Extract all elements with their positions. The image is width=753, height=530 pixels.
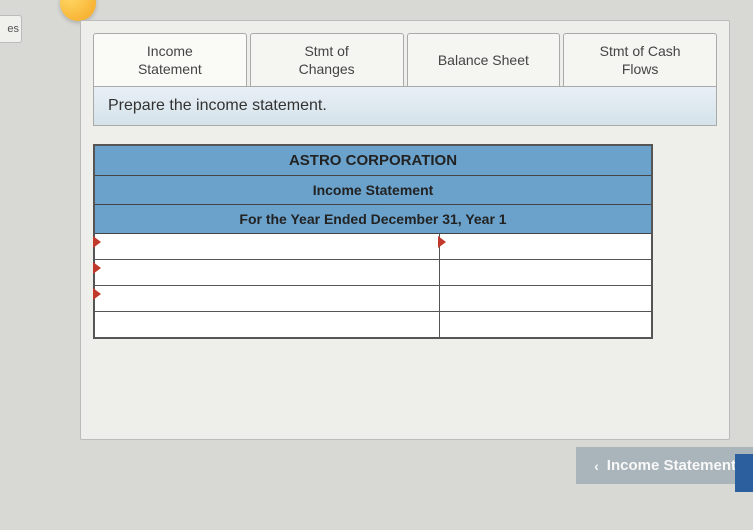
worksheet: ASTRO CORPORATION Income Statement For t… [93,144,653,339]
tab-label: Balance Sheet [438,51,529,69]
tab-stmt-of-changes[interactable]: Stmt of Changes [250,33,404,86]
dropdown-arrow-icon [93,288,101,300]
tab-label: Income Statement [138,42,202,78]
chevron-left-icon: ‹ [594,458,599,474]
tab-bar: Income Statement Stmt of Changes Balance… [81,21,729,86]
dropdown-arrow-icon [93,262,101,274]
instruction-text: Prepare the income statement. [93,86,717,126]
partial-side-tab: es [0,15,22,43]
amount-cell[interactable] [440,286,652,312]
dropdown-arrow-icon [438,236,446,248]
tab-label: Stmt of Changes [299,42,355,78]
amount-cell[interactable] [440,260,652,286]
next-button-edge[interactable] [735,454,753,492]
amount-cell[interactable] [440,234,652,260]
statement-period: For the Year Ended December 31, Year 1 [94,205,652,234]
table-row [94,312,652,338]
tab-label: Stmt of Cash Flows [600,42,681,78]
nav-button-label: Income Statement [607,457,736,474]
main-panel: Income Statement Stmt of Changes Balance… [80,20,730,440]
table-row [94,234,652,260]
company-name: ASTRO CORPORATION [94,145,652,176]
income-statement-table: ASTRO CORPORATION Income Statement For t… [93,144,653,339]
indicator-dot [60,0,96,21]
account-cell[interactable] [94,286,440,312]
tab-income-statement[interactable]: Income Statement [93,33,247,86]
dropdown-arrow-icon [93,236,101,248]
amount-cell[interactable] [440,312,652,338]
table-row [94,260,652,286]
tab-stmt-of-cash-flows[interactable]: Stmt of Cash Flows [563,33,717,86]
account-cell[interactable] [94,312,440,338]
account-cell[interactable] [94,234,440,260]
account-cell[interactable] [94,260,440,286]
prev-income-statement-button[interactable]: ‹ Income Statement [576,447,753,484]
tab-balance-sheet[interactable]: Balance Sheet [407,33,561,86]
table-row [94,286,652,312]
statement-title: Income Statement [94,176,652,205]
